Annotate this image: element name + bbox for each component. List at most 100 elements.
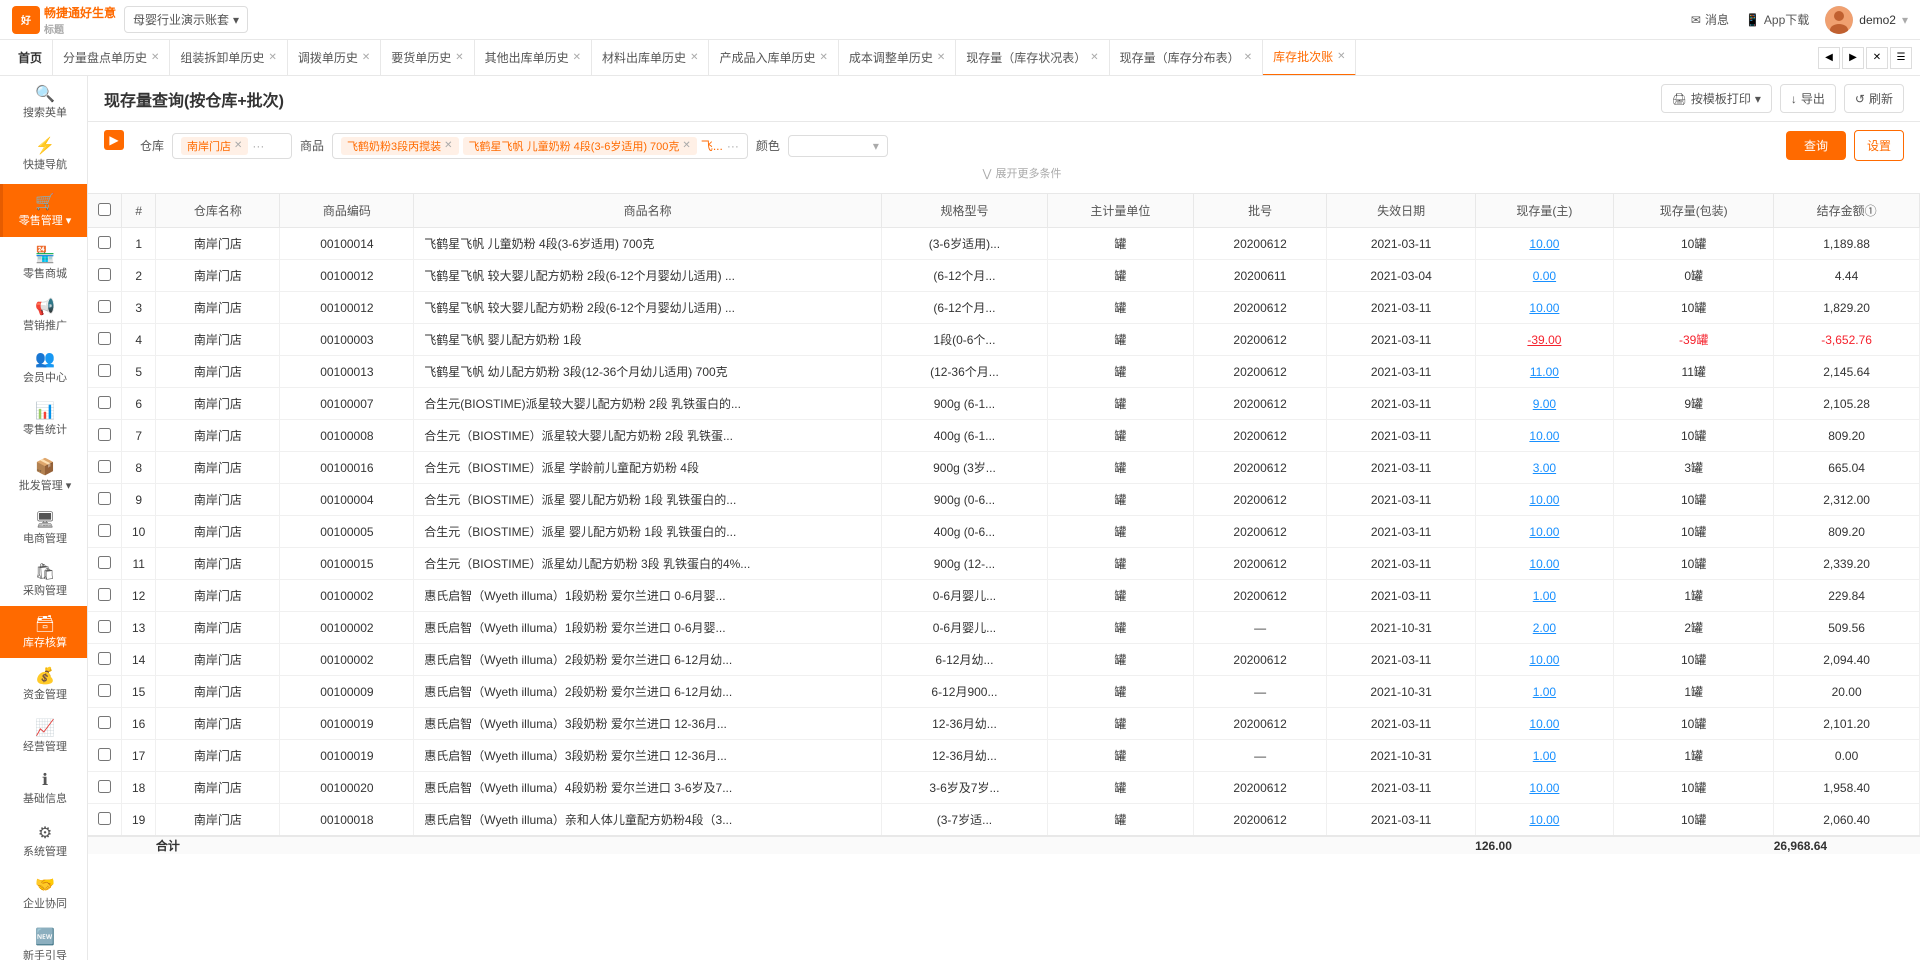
tab-chengben[interactable]: 成本调整单历史 ✕ xyxy=(839,40,956,76)
tab-cailiao[interactable]: 材料出库单历史 ✕ xyxy=(592,40,709,76)
sidebar-item-corp[interactable]: 🤝 企业协同 xyxy=(0,867,87,919)
close-icon[interactable]: ✕ xyxy=(573,52,581,63)
row-qty-main[interactable]: 10.00 xyxy=(1475,708,1613,740)
sidebar-item-sys[interactable]: ⚙ 系统管理 xyxy=(0,815,87,867)
close-icon[interactable]: ✕ xyxy=(819,52,827,63)
app-download-btn[interactable]: 📱 App下载 xyxy=(1745,11,1809,28)
row-qty-main[interactable]: 10.00 xyxy=(1475,228,1613,260)
sidebar-item-marketing[interactable]: 📢 营销推广 xyxy=(0,289,87,341)
row-checkbox-cell[interactable] xyxy=(88,292,122,324)
close-icon[interactable]: ✕ xyxy=(151,52,159,63)
row-checkbox-cell[interactable] xyxy=(88,612,122,644)
sidebar-item-inventory[interactable]: 🗃 库存核算 xyxy=(0,606,87,658)
row-checkbox-cell[interactable] xyxy=(88,356,122,388)
row-qty-main[interactable]: 1.00 xyxy=(1475,676,1613,708)
warehouse-tag[interactable]: 南岸门店 ✕ xyxy=(181,137,248,155)
close-icon[interactable]: ✕ xyxy=(268,52,276,63)
tab-qita-chu[interactable]: 其他出库单历史 ✕ xyxy=(475,40,592,76)
product-tag-2[interactable]: 飞鹤星飞帆 儿童奶粉 4段(3-6岁适用) 700克 ✕ xyxy=(463,137,697,155)
tab-kucun-batch[interactable]: 库存批次账 ✕ xyxy=(1263,40,1356,76)
tab-yao-huo[interactable]: 要货单历史 ✕ xyxy=(381,40,474,76)
row-qty-main[interactable]: 1.00 xyxy=(1475,740,1613,772)
expand-conditions-btn[interactable]: ⋁ 展开更多条件 xyxy=(982,165,1061,181)
row-qty-main[interactable]: 0.00 xyxy=(1475,260,1613,292)
select-all-checkbox[interactable] xyxy=(98,203,111,216)
expand-more-button[interactable]: ▶ xyxy=(104,130,124,150)
tab-xiancun-status[interactable]: 现存量（库存状况表） ✕ xyxy=(956,40,1109,76)
remove-tag-icon[interactable]: ✕ xyxy=(444,140,452,151)
tab-zu-zhuang[interactable]: 组装拆卸单历史 ✕ xyxy=(170,40,287,76)
row-checkbox[interactable] xyxy=(98,652,111,665)
row-checkbox-cell[interactable] xyxy=(88,580,122,612)
sidebar-item-purchase[interactable]: 🛍 采购管理 xyxy=(0,554,87,606)
row-checkbox-cell[interactable] xyxy=(88,708,122,740)
row-checkbox-cell[interactable] xyxy=(88,516,122,548)
nav-close-btn[interactable]: ✕ xyxy=(1866,47,1888,69)
nav-prev-btn[interactable]: ◀ xyxy=(1818,47,1840,69)
row-qty-main[interactable]: 10.00 xyxy=(1475,516,1613,548)
row-checkbox-cell[interactable] xyxy=(88,324,122,356)
row-checkbox-cell[interactable] xyxy=(88,420,122,452)
close-icon[interactable]: ✕ xyxy=(362,52,370,63)
product-tag-1[interactable]: 飞鹤奶粉3段丙搅装 ✕ xyxy=(341,137,459,155)
row-qty-main[interactable]: 10.00 xyxy=(1475,644,1613,676)
close-icon[interactable]: ✕ xyxy=(455,52,463,63)
sidebar-item-ecom[interactable]: 🖥 电商管理 xyxy=(0,502,87,554)
row-checkbox[interactable] xyxy=(98,396,111,409)
row-qty-main[interactable]: 11.00 xyxy=(1475,356,1613,388)
row-checkbox-cell[interactable] xyxy=(88,484,122,516)
row-checkbox[interactable] xyxy=(98,780,111,793)
close-icon[interactable]: ✕ xyxy=(690,52,698,63)
row-checkbox[interactable] xyxy=(98,748,111,761)
row-checkbox-cell[interactable] xyxy=(88,548,122,580)
user-area[interactable]: demo2 ▾ xyxy=(1825,6,1908,34)
sidebar-item-newguide[interactable]: 🆕 新手引导 xyxy=(0,919,87,960)
refresh-button[interactable]: ↺ 刷新 xyxy=(1844,84,1904,113)
sidebar-item-search[interactable]: 🔍 搜索英单 xyxy=(0,76,87,128)
row-checkbox[interactable] xyxy=(98,460,111,473)
row-checkbox[interactable] xyxy=(98,588,111,601)
row-checkbox[interactable] xyxy=(98,332,111,345)
row-checkbox-cell[interactable] xyxy=(88,388,122,420)
filter-more-icon[interactable]: ··· xyxy=(252,139,264,153)
warehouse-filter[interactable]: 南岸门店 ✕ ··· xyxy=(172,133,292,159)
row-qty-main[interactable]: 10.00 xyxy=(1475,804,1613,837)
row-checkbox[interactable] xyxy=(98,492,111,505)
row-checkbox-cell[interactable] xyxy=(88,804,122,837)
product-more[interactable]: 飞... xyxy=(701,137,723,154)
row-checkbox[interactable] xyxy=(98,716,111,729)
tab-xiancun-dist[interactable]: 现存量（库存分布表） ✕ xyxy=(1110,40,1263,76)
row-qty-main[interactable]: 2.00 xyxy=(1475,612,1613,644)
row-qty-main[interactable]: 10.00 xyxy=(1475,292,1613,324)
tab-home[interactable]: 首页 xyxy=(8,40,53,76)
row-qty-main[interactable]: 1.00 xyxy=(1475,580,1613,612)
row-checkbox-cell[interactable] xyxy=(88,260,122,292)
sidebar-item-wholesale[interactable]: 📦 批发管理 ▾ xyxy=(0,449,87,501)
row-qty-main[interactable]: 10.00 xyxy=(1475,484,1613,516)
nav-menu-btn[interactable]: ☰ xyxy=(1890,47,1912,69)
sidebar-item-member[interactable]: 👥 会员中心 xyxy=(0,341,87,393)
row-checkbox[interactable] xyxy=(98,812,111,825)
product-filter[interactable]: 飞鹤奶粉3段丙搅装 ✕ 飞鹤星飞帆 儿童奶粉 4段(3-6岁适用) 700克 ✕… xyxy=(332,133,748,159)
sidebar-item-quick-nav[interactable]: ⚡ 快捷导航 xyxy=(0,128,87,180)
close-icon[interactable]: ✕ xyxy=(1244,52,1252,63)
row-qty-main[interactable]: -39.00 xyxy=(1475,324,1613,356)
sidebar-item-retail-shop[interactable]: 🏪 零售商城 xyxy=(0,237,87,289)
row-checkbox[interactable] xyxy=(98,268,111,281)
row-checkbox-cell[interactable] xyxy=(88,644,122,676)
tab-tiao-bo[interactable]: 调拨单历史 ✕ xyxy=(288,40,381,76)
row-qty-main[interactable]: 10.00 xyxy=(1475,548,1613,580)
remove-tag-icon[interactable]: ✕ xyxy=(234,140,242,151)
query-button[interactable]: 查询 xyxy=(1786,131,1846,160)
row-checkbox-cell[interactable] xyxy=(88,740,122,772)
tab-chancheng[interactable]: 产成品入库单历史 ✕ xyxy=(709,40,838,76)
row-qty-main[interactable]: 3.00 xyxy=(1475,452,1613,484)
row-checkbox[interactable] xyxy=(98,236,111,249)
workspace-dropdown[interactable]: 母婴行业演示账套 ▾ xyxy=(124,6,248,33)
row-checkbox-cell[interactable] xyxy=(88,228,122,260)
print-button[interactable]: 🖨 按模板打印 ▾ xyxy=(1661,84,1772,113)
nav-next-btn[interactable]: ▶ xyxy=(1842,47,1864,69)
row-checkbox[interactable] xyxy=(98,524,111,537)
sidebar-item-finance[interactable]: 💰 资金管理 xyxy=(0,658,87,710)
row-checkbox[interactable] xyxy=(98,684,111,697)
